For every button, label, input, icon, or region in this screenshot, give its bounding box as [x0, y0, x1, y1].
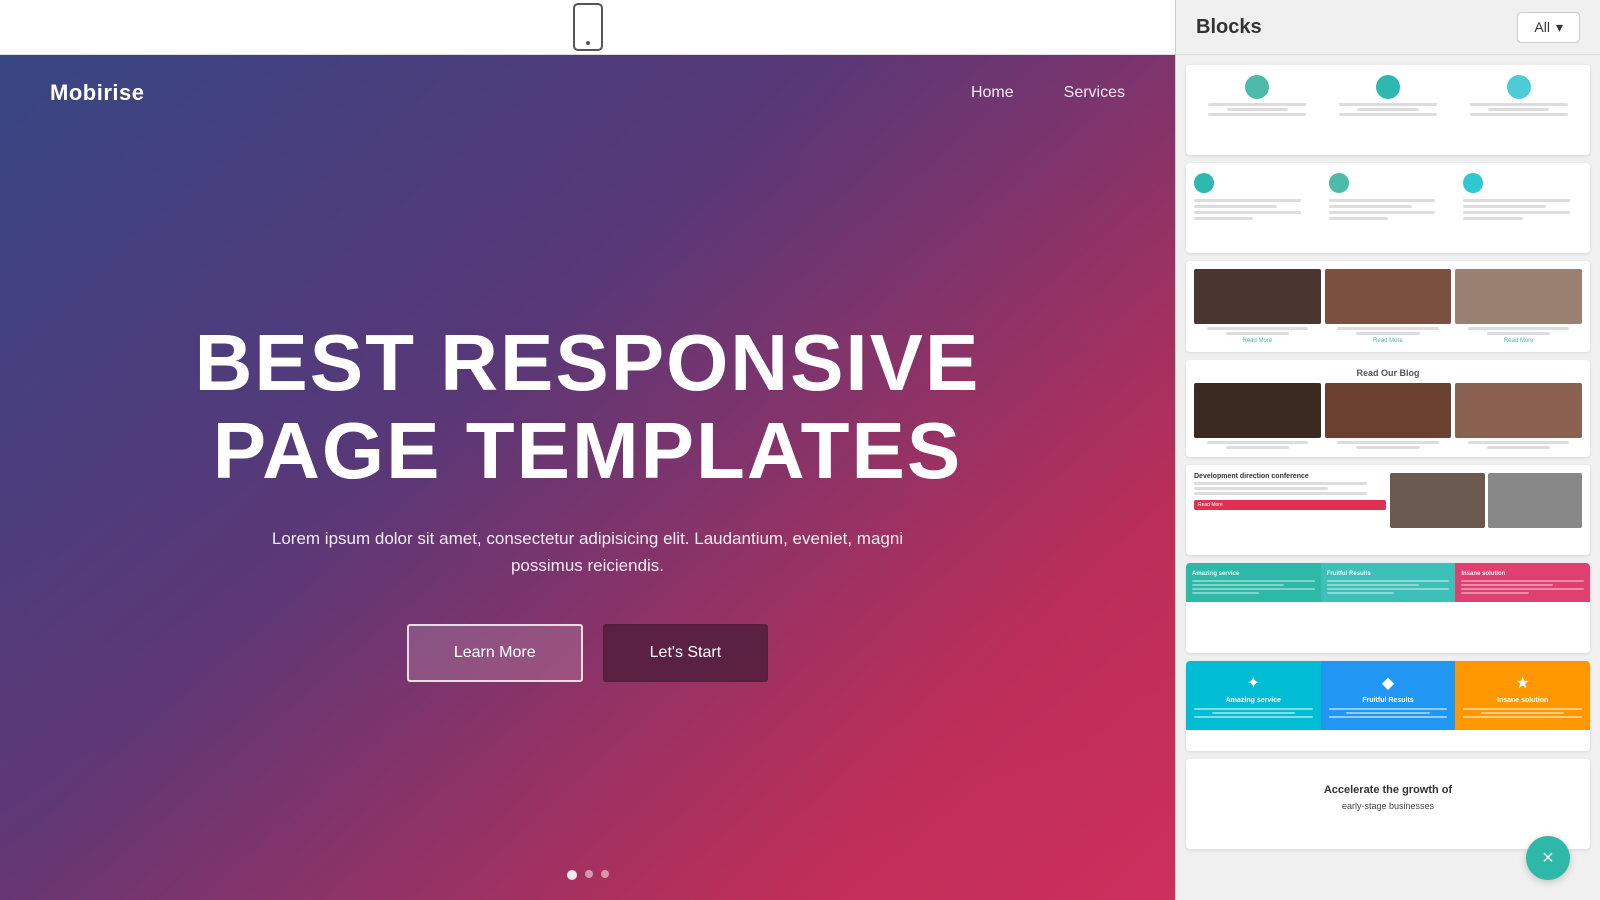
- slider-dot-3[interactable]: [601, 870, 609, 878]
- blocks-title: Blocks: [1196, 16, 1262, 39]
- blog-photo-3: [1455, 383, 1582, 438]
- block-thumb-photo-cards[interactable]: Read More Read More Read More: [1186, 261, 1590, 352]
- photo-card-2: Read More: [1325, 269, 1452, 344]
- ci-col-1: ✦ Amazing service: [1186, 661, 1321, 730]
- block-thumb-color-cards[interactable]: [1186, 163, 1590, 253]
- article-text: Development direction conference Read Mo…: [1194, 473, 1386, 528]
- ci-col-2: ◆ Fruitful Results: [1321, 661, 1456, 730]
- ci-icon-2: ◆: [1382, 673, 1394, 693]
- icon-circle-1: [1245, 75, 1269, 99]
- chevron-down-icon: ▾: [1556, 19, 1563, 36]
- device-home-button: [586, 41, 590, 45]
- close-button[interactable]: ×: [1526, 836, 1570, 880]
- photo-thumb-3: [1455, 269, 1582, 324]
- slider-dot-2[interactable]: [585, 870, 593, 878]
- hero-section: Mobirise Home Services BEST RESPONSIVE P…: [0, 55, 1175, 900]
- slider-dot-1[interactable]: [567, 870, 577, 880]
- toolbar-center: [573, 3, 603, 51]
- article-photos: [1390, 473, 1582, 528]
- article-photo-1: [1390, 473, 1485, 528]
- learn-more-button[interactable]: Learn More: [407, 624, 583, 682]
- nav-link-services[interactable]: Services: [1064, 84, 1125, 102]
- feature-col-1: Amazing service: [1186, 563, 1321, 602]
- slider-dots: [0, 870, 1175, 900]
- mobile-device-icon[interactable]: [573, 3, 603, 51]
- blog-card-3: [1455, 383, 1582, 449]
- photo-card-1: Read More: [1194, 269, 1321, 344]
- feature-col-2: Fruitful Results: [1321, 563, 1456, 602]
- navigation: Mobirise Home Services: [0, 55, 1175, 131]
- blocks-filter-button[interactable]: All ▾: [1517, 12, 1580, 43]
- blog-photo-2: [1325, 383, 1452, 438]
- filter-all-label: All: [1534, 19, 1550, 35]
- photo-card-3: Read More: [1455, 269, 1582, 344]
- growth-text: early-stage businesses: [1324, 800, 1452, 814]
- blog-card-2: [1325, 383, 1452, 449]
- photo-thumb-1: [1194, 269, 1321, 324]
- hero-title: BEST RESPONSIVE PAGE TEMPLATES: [195, 319, 981, 495]
- hero-buttons: Learn More Let's Start: [407, 624, 768, 682]
- blocks-panel: Blocks All ▾: [1175, 0, 1600, 900]
- color-card-3: [1455, 163, 1590, 230]
- hero-subtitle: Lorem ipsum dolor sit amet, consectetur …: [238, 525, 938, 579]
- article-photo-2: [1488, 473, 1583, 528]
- blocks-list[interactable]: Read More Read More Read More Read Our B…: [1176, 55, 1600, 900]
- color-card-2: [1321, 163, 1456, 230]
- photo-thumb-2: [1325, 269, 1452, 324]
- blog-section-title: Read Our Blog: [1194, 368, 1582, 378]
- block-cell-1: [1196, 75, 1319, 116]
- ci-col-3: ★ Insane solution: [1455, 661, 1590, 730]
- block-cell-3: [1457, 75, 1580, 116]
- blocks-header: Blocks All ▾: [1176, 0, 1600, 55]
- nav-links: Home Services: [971, 84, 1125, 102]
- block-thumb-article[interactable]: Development direction conference Read Mo…: [1186, 465, 1590, 555]
- lets-start-button[interactable]: Let's Start: [603, 624, 769, 682]
- site-logo: Mobirise: [50, 80, 144, 106]
- icon-circle-2: [1376, 75, 1400, 99]
- toolbar: [0, 0, 1175, 55]
- ci-icon-1: ✦: [1247, 673, 1260, 693]
- blog-card-1: [1194, 383, 1321, 449]
- block-thumb-blog[interactable]: Read Our Blog: [1186, 360, 1590, 457]
- editor-area: Mobirise Home Services BEST RESPONSIVE P…: [0, 0, 1175, 900]
- growth-title: Accelerate the growth of: [1324, 784, 1452, 796]
- card-icon-2: [1329, 173, 1349, 193]
- hero-content: BEST RESPONSIVE PAGE TEMPLATES Lorem ips…: [0, 131, 1175, 870]
- block-thumb-growth[interactable]: Accelerate the growth of early-stage bus…: [1186, 759, 1590, 849]
- nav-link-home[interactable]: Home: [971, 84, 1014, 102]
- block-thumb-feature-colors[interactable]: Amazing service Fruitful Results: [1186, 563, 1590, 653]
- icon-circle-3: [1507, 75, 1531, 99]
- block-thumb-icon-grid[interactable]: [1186, 65, 1590, 155]
- card-icon-1: [1194, 173, 1214, 193]
- block-thumb-colored-icons[interactable]: ✦ Amazing service ◆ Fruitful Results: [1186, 661, 1590, 751]
- feature-col-3: Insane solution: [1455, 563, 1590, 602]
- ci-icon-3: ★: [1516, 673, 1530, 693]
- block-cell-2: [1327, 75, 1450, 116]
- card-icon-3: [1463, 173, 1483, 193]
- canvas: Mobirise Home Services BEST RESPONSIVE P…: [0, 55, 1175, 900]
- color-card-1: [1186, 163, 1321, 230]
- blog-photo-1: [1194, 383, 1321, 438]
